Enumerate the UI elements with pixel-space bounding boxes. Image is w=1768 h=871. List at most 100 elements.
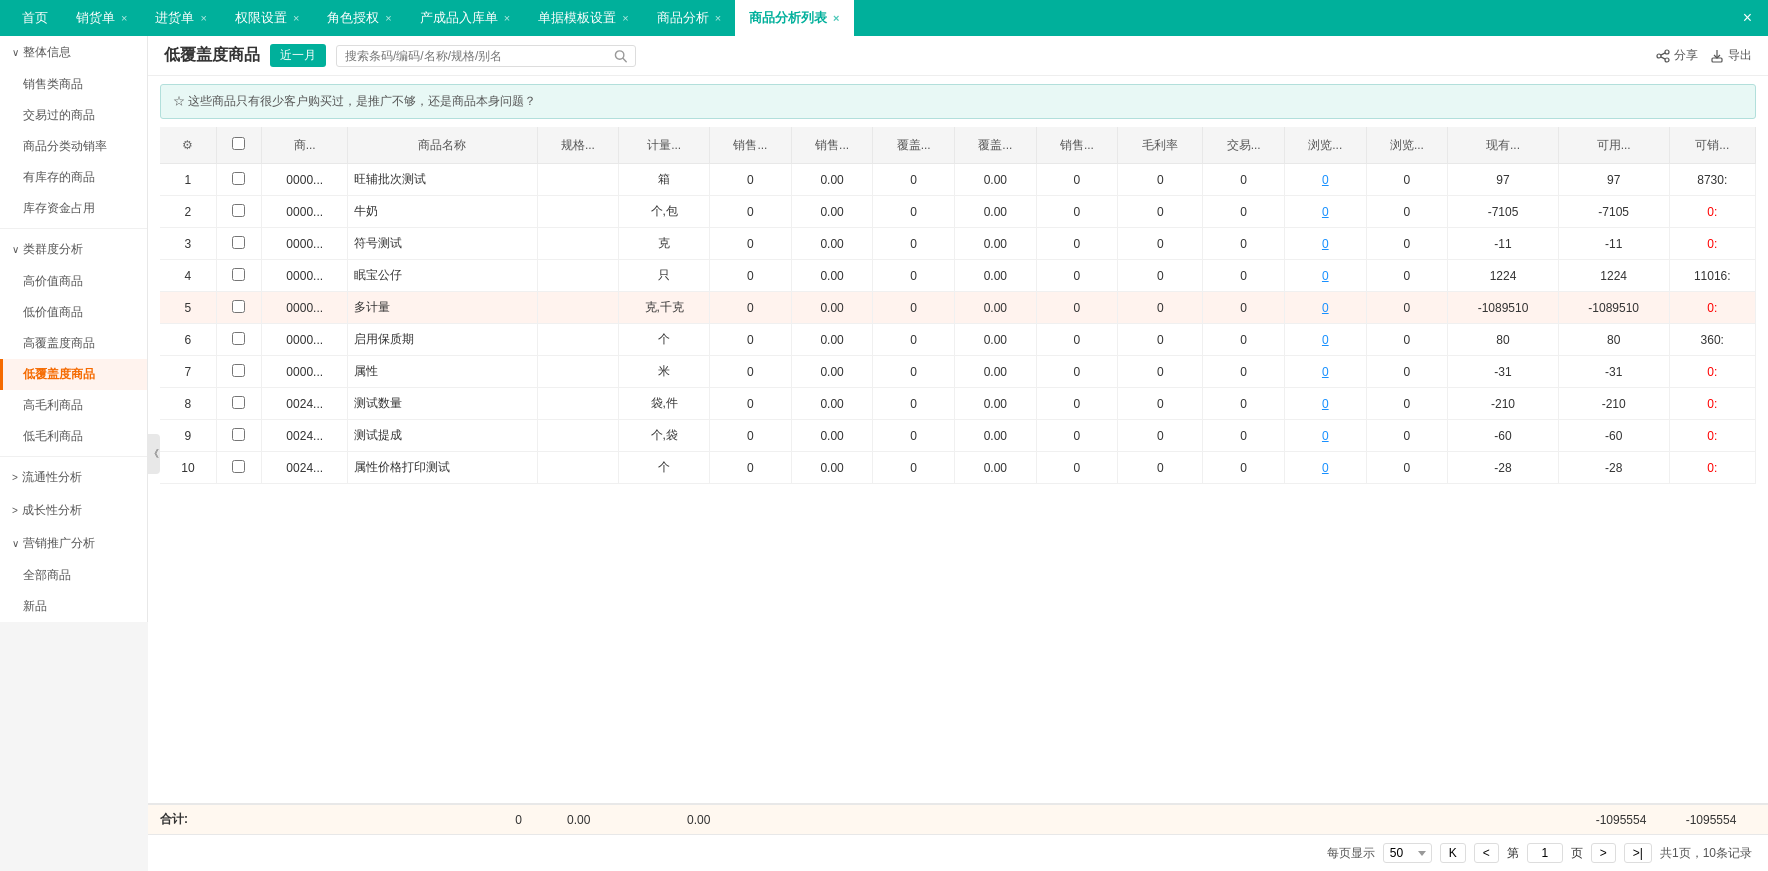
nav-tab-purchase[interactable]: 进货单 ×	[141, 0, 220, 36]
table-row: 90024...测试提成个,袋00.0000.0000000-60-600:	[160, 420, 1756, 452]
expand-icon: ∨	[12, 47, 19, 58]
data-table: ⚙ 商... 商品名称 规格... 计量... 销售... 销售... 覆盖..…	[160, 127, 1756, 484]
col-saleable: 可销...	[1669, 127, 1756, 164]
nav-tab-permission[interactable]: 权限设置 ×	[221, 0, 313, 36]
sidebar-item-category-rate[interactable]: 商品分类动销率	[0, 131, 147, 162]
col-sales-amt: 销售...	[791, 127, 873, 164]
export-button[interactable]: 导出	[1710, 47, 1752, 64]
sidebar-item-new-products[interactable]: 新品	[0, 591, 147, 622]
col-browse1: 浏览...	[1284, 127, 1366, 164]
col-gross-margin: 毛利率	[1118, 127, 1203, 164]
sidebar-item-sales-products[interactable]: 销售类商品	[0, 69, 147, 100]
main-layout: ∨ 整体信息 销售类商品 交易过的商品 商品分类动销率 有库存的商品 库存资金占…	[0, 36, 1768, 871]
total-label: 合计:	[160, 811, 289, 828]
sidebar-section-cluster[interactable]: ∨ 类群度分析	[0, 233, 147, 266]
nav-tab-production[interactable]: 产成品入库单 ×	[406, 0, 524, 36]
close-all-tabs-button[interactable]: ×	[1735, 9, 1760, 27]
nav-tab-product-analysis-list[interactable]: 商品分析列表 ×	[735, 0, 853, 36]
sidebar-item-all-products[interactable]: 全部商品	[0, 560, 147, 591]
page-label2: 页	[1571, 845, 1583, 862]
sidebar-item-low-coverage[interactable]: 低覆盖度商品	[0, 359, 147, 390]
sidebar-section-flow[interactable]: > 流通性分析	[0, 461, 147, 494]
select-all-checkbox[interactable]	[232, 137, 245, 150]
period-button[interactable]: 近一月	[270, 44, 326, 67]
close-icon[interactable]: ×	[200, 12, 206, 24]
svg-point-2	[1665, 50, 1669, 54]
close-icon[interactable]: ×	[833, 12, 839, 24]
info-banner: ☆ 这些商品只有很少客户购买过，是推广不够，还是商品本身问题？	[160, 84, 1756, 119]
table-footer: 合计: 0 0.00 0.00 -1095554 -1095554	[148, 803, 1768, 834]
col-unit: 计量...	[619, 127, 710, 164]
nav-tab-template[interactable]: 单据模板设置 ×	[524, 0, 642, 36]
sidebar-item-in-stock[interactable]: 有库存的商品	[0, 162, 147, 193]
close-icon[interactable]: ×	[385, 12, 391, 24]
col-trade: 交易...	[1203, 127, 1285, 164]
page-size-select[interactable]: 50 20 100	[1383, 843, 1432, 863]
svg-point-4	[1657, 54, 1661, 58]
first-page-button[interactable]: K	[1440, 843, 1466, 863]
close-icon[interactable]: ×	[504, 12, 510, 24]
sidebar-item-high-coverage[interactable]: 高覆盖度商品	[0, 328, 147, 359]
sidebar-item-high-margin[interactable]: 高毛利商品	[0, 390, 147, 421]
sidebar-item-high-value[interactable]: 高价值商品	[0, 266, 147, 297]
page-label: 第	[1507, 845, 1519, 862]
share-button[interactable]: 分享	[1656, 47, 1698, 64]
expand-icon: >	[12, 505, 18, 516]
svg-point-3	[1665, 58, 1669, 62]
sidebar-item-low-value[interactable]: 低价值商品	[0, 297, 147, 328]
svg-line-6	[1661, 56, 1665, 58]
sidebar-section-growth[interactable]: > 成长性分析	[0, 494, 147, 527]
sidebar: ∨ 整体信息 销售类商品 交易过的商品 商品分类动销率 有库存的商品 库存资金占…	[0, 36, 148, 622]
nav-tab-sales[interactable]: 销货单 ×	[62, 0, 141, 36]
svg-line-1	[623, 58, 626, 61]
pagination-info: 共1页，10条记录	[1660, 845, 1752, 862]
col-spec: 规格...	[537, 127, 619, 164]
table-row: 60000...启用保质期个00.0000.00000008080360:	[160, 324, 1756, 356]
col-settings[interactable]: ⚙	[160, 127, 216, 164]
header-actions: 分享 导出	[1656, 47, 1752, 64]
prev-page-button[interactable]: <	[1474, 843, 1499, 863]
total-available: -1095554	[1666, 813, 1756, 827]
nav-tab-home[interactable]: 首页	[8, 0, 62, 36]
export-icon	[1710, 49, 1724, 63]
svg-line-5	[1661, 52, 1665, 54]
table-container[interactable]: ⚙ 商... 商品名称 规格... 计量... 销售... 销售... 覆盖..…	[148, 127, 1768, 803]
sidebar-section-overall[interactable]: ∨ 整体信息	[0, 36, 147, 69]
sidebar-section-marketing[interactable]: ∨ 营销推广分析	[0, 527, 147, 560]
nav-tab-product-analysis[interactable]: 商品分析 ×	[643, 0, 735, 36]
page-number-input[interactable]	[1527, 843, 1563, 863]
table-row: 100024...属性价格打印测试个00.0000.0000000-28-280…	[160, 452, 1756, 484]
total-sales-amt: 0.00	[549, 813, 609, 827]
settings-icon[interactable]: ⚙	[178, 135, 198, 155]
sidebar-wrapper: ∨ 整体信息 销售类商品 交易过的商品 商品分类动销率 有库存的商品 库存资金占…	[0, 36, 148, 871]
table-row: 20000...牛奶个,包00.0000.0000000-7105-71050:	[160, 196, 1756, 228]
col-name: 商品名称	[348, 127, 537, 164]
col-available: 可用...	[1558, 127, 1669, 164]
close-icon[interactable]: ×	[622, 12, 628, 24]
sidebar-item-inventory-capital[interactable]: 库存资金占用	[0, 193, 147, 224]
divider	[0, 228, 147, 229]
col-sales-qty: 销售...	[710, 127, 792, 164]
close-icon[interactable]: ×	[293, 12, 299, 24]
col-checkbox[interactable]	[216, 127, 261, 164]
col-stock: 现有...	[1448, 127, 1559, 164]
close-icon[interactable]: ×	[715, 12, 721, 24]
total-stock: -1095554	[1576, 813, 1666, 827]
divider	[0, 456, 147, 457]
table-row: 70000...属性米00.0000.0000000-31-310:	[160, 356, 1756, 388]
content-area: 低覆盖度商品 近一月 分享 导出	[148, 36, 1768, 871]
share-icon	[1656, 49, 1670, 63]
search-input[interactable]	[345, 49, 610, 63]
table-row: 30000...符号测试克00.0000.0000000-11-110:	[160, 228, 1756, 260]
nav-tab-role[interactable]: 角色授权 ×	[313, 0, 405, 36]
close-icon[interactable]: ×	[121, 12, 127, 24]
col-cover2: 覆盖...	[955, 127, 1037, 164]
last-page-button[interactable]: >|	[1624, 843, 1652, 863]
sidebar-collapse-button[interactable]: 《	[148, 434, 160, 474]
content-header: 低覆盖度商品 近一月 分享 导出	[148, 36, 1768, 76]
search-icon[interactable]	[614, 49, 627, 63]
sidebar-item-traded-products[interactable]: 交易过的商品	[0, 100, 147, 131]
next-page-button[interactable]: >	[1591, 843, 1616, 863]
sidebar-item-low-margin[interactable]: 低毛利商品	[0, 421, 147, 452]
search-box	[336, 45, 636, 67]
